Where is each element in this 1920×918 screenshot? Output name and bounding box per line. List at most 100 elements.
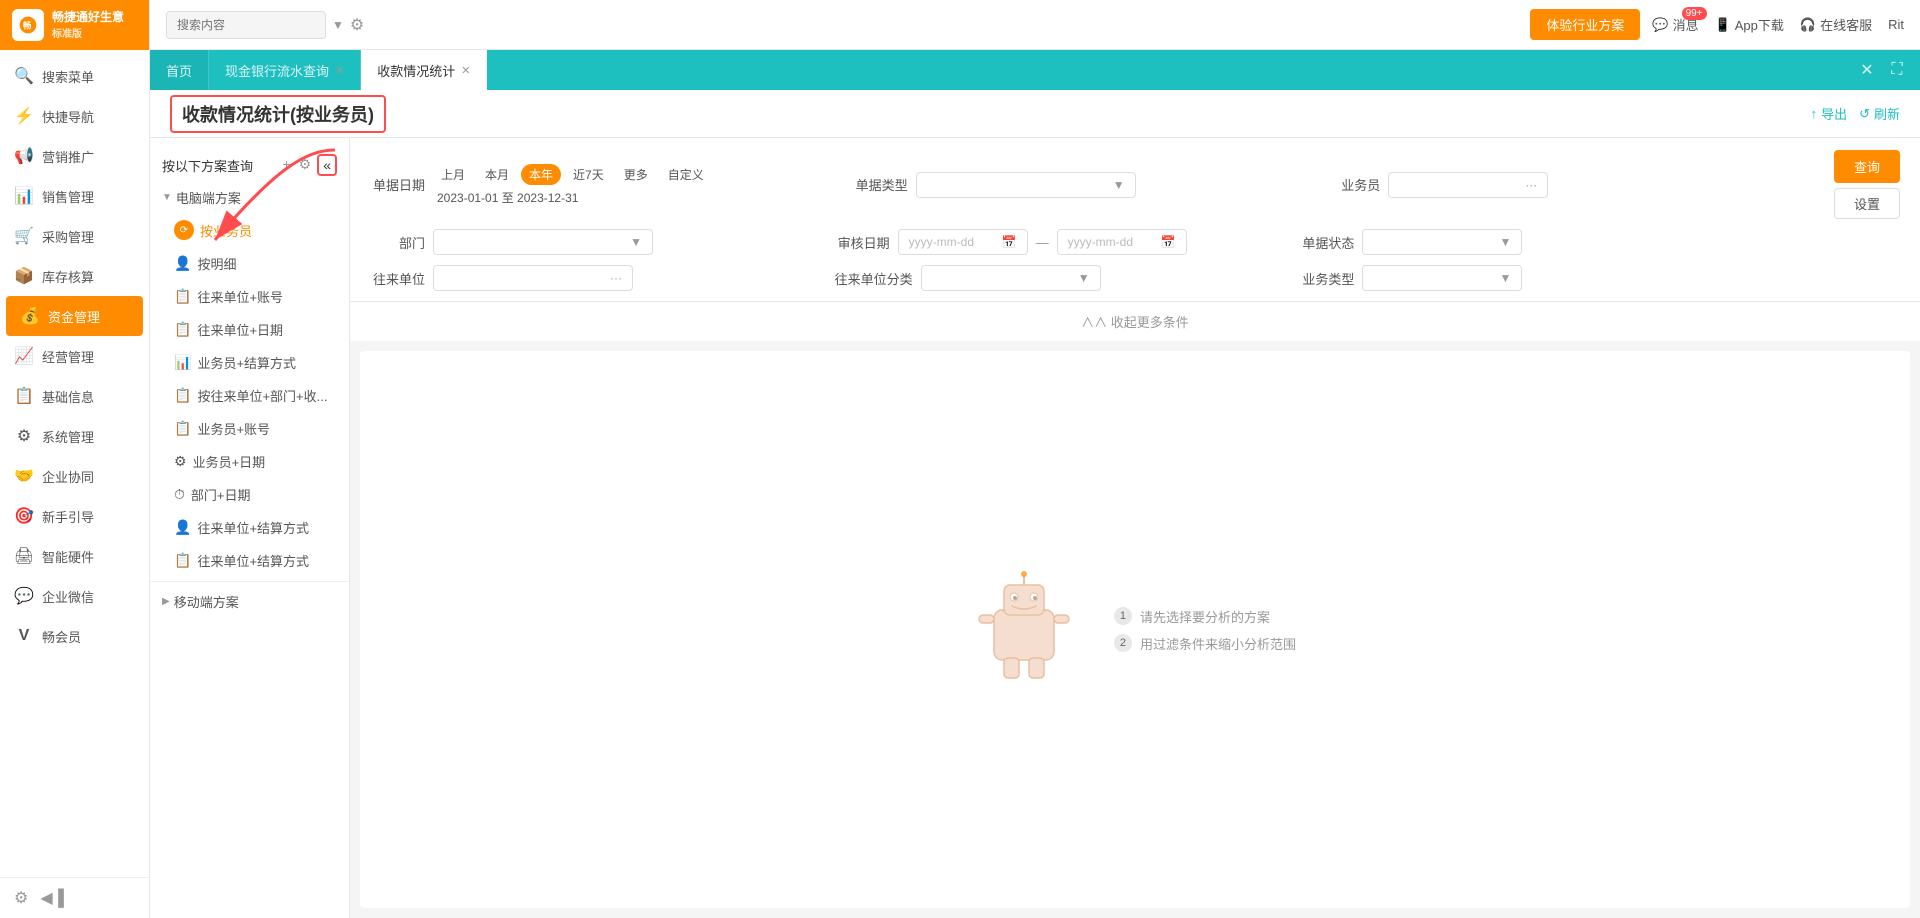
partner-more-icon[interactable]: ··· bbox=[610, 271, 622, 285]
review-date-end-value: yyyy-mm-dd bbox=[1068, 235, 1133, 249]
partner-category-select[interactable]: ▼ bbox=[921, 265, 1101, 291]
filter-section: 单据日期 上月 本月 本年 近7天 更多 自定义 2023-01-01 至 20… bbox=[350, 138, 1920, 341]
lp-item-unit-account[interactable]: 📋 往来单位+账号 bbox=[150, 280, 349, 313]
date-tab-last-month[interactable]: 上月 bbox=[433, 164, 473, 185]
date-tab-last7[interactable]: 近7天 bbox=[565, 164, 612, 185]
try-industry-button[interactable]: 体验行业方案 bbox=[1530, 9, 1640, 40]
lp-item-staff-account[interactable]: 📋 业务员+账号 bbox=[150, 412, 349, 445]
member-icon: V bbox=[14, 626, 34, 646]
topbar-dropdown-icon[interactable]: ▼ bbox=[332, 18, 344, 32]
sidebar-item-purchase[interactable]: 🛒 采购管理 bbox=[0, 216, 149, 256]
tab-bank-label: 现金银行流水查询 bbox=[225, 61, 329, 80]
svg-text:畅: 畅 bbox=[23, 20, 32, 30]
app-download-button[interactable]: 📱 App下载 bbox=[1715, 15, 1784, 34]
lp-item-by-detail[interactable]: 👤 按明细 bbox=[150, 247, 349, 280]
sidebar-item-finance[interactable]: 💰 资金管理 bbox=[6, 296, 143, 336]
lp-item-unit-dept[interactable]: 📋 按往来单位+部门+收... bbox=[150, 379, 349, 412]
setting-button[interactable]: 设置 bbox=[1834, 188, 1900, 219]
message-icon: 💬 bbox=[1652, 17, 1668, 33]
doc-status-select[interactable]: ▼ bbox=[1362, 229, 1522, 255]
review-date-end[interactable]: yyyy-mm-dd 📅 bbox=[1057, 229, 1187, 255]
topbar-search-input[interactable] bbox=[166, 11, 326, 39]
lp-item-staff-date[interactable]: ⚙ 业务员+日期 bbox=[150, 445, 349, 478]
tab-maximize-button[interactable]: ⛶ bbox=[1882, 55, 1912, 85]
sidebar-settings-icon[interactable]: ⚙ bbox=[14, 888, 28, 908]
lp-item-unit-method1[interactable]: 👤 往来单位+结算方式 bbox=[150, 511, 349, 544]
review-date-label: 审核日期 bbox=[835, 233, 890, 252]
doc-type-select[interactable]: ▼ bbox=[916, 172, 1136, 198]
topbar-right: 💬 消息 99+ 📱 App下载 🎧 在线客服 Rit bbox=[1652, 15, 1904, 34]
sidebar-item-smart-hw[interactable]: 🖨 智能硬件 bbox=[0, 536, 149, 576]
online-service-button[interactable]: 🎧 在线客服 bbox=[1800, 15, 1872, 34]
biz-type-select[interactable]: ▼ bbox=[1362, 265, 1522, 291]
lp-add-button[interactable]: + bbox=[280, 154, 292, 176]
lp-setting-button[interactable]: ⚙ bbox=[297, 154, 314, 176]
sidebar-item-guide[interactable]: 🎯 新手引导 bbox=[0, 496, 149, 536]
review-date-start[interactable]: yyyy-mm-dd 📅 bbox=[898, 229, 1028, 255]
lp-section-mobile-title[interactable]: ▶ 移动端方案 bbox=[150, 586, 349, 617]
tab-bank-close[interactable]: ✕ bbox=[335, 64, 344, 77]
tab-bank[interactable]: 现金银行流水查询 ✕ bbox=[209, 50, 361, 90]
inventory-icon: 📦 bbox=[14, 266, 34, 286]
date-separator: — bbox=[1036, 235, 1049, 250]
lp-item-unit-method2[interactable]: 📋 往来单位+结算方式 bbox=[150, 544, 349, 577]
staff-account-icon: 📋 bbox=[174, 420, 191, 437]
collapse-bar[interactable]: ∧∧ 收起更多条件 bbox=[350, 301, 1920, 341]
sidebar-item-operations[interactable]: 📈 经营管理 bbox=[0, 336, 149, 376]
topbar-breadcrumb: ▼ ⚙ bbox=[166, 11, 1518, 39]
refresh-button[interactable]: ↺ 刷新 bbox=[1859, 104, 1900, 123]
empty-robot-illustration bbox=[974, 570, 1074, 690]
lp-section-desktop-title[interactable]: ▼ 电脑端方案 bbox=[150, 182, 349, 213]
left-panel: 按以下方案查询 + ⚙ « ▼ 电脑端方案 ⟳ 按业务员 bbox=[150, 138, 350, 918]
date-tab-custom[interactable]: 自定义 bbox=[660, 164, 712, 185]
lp-item-unit-date[interactable]: 📋 往来单位+日期 bbox=[150, 313, 349, 346]
sidebar-item-search[interactable]: 🔍 搜索菜单 bbox=[0, 56, 149, 96]
app-edition: 标准版 bbox=[52, 25, 124, 40]
sidebar-item-system[interactable]: ⚙ 系统管理 bbox=[0, 416, 149, 456]
tab-close-all-button[interactable]: ✕ bbox=[1852, 55, 1882, 85]
dept-label: 部门 bbox=[370, 233, 425, 252]
doc-type-label: 单据类型 bbox=[853, 175, 908, 194]
sidebar-item-wechat[interactable]: 💬 企业微信 bbox=[0, 576, 149, 616]
sidebar-item-basic[interactable]: 📋 基础信息 bbox=[0, 376, 149, 416]
staff-more-icon[interactable]: ··· bbox=[1525, 178, 1537, 192]
lp-divider bbox=[150, 581, 349, 582]
sidebar-item-sales[interactable]: 📊 销售管理 bbox=[0, 176, 149, 216]
query-button[interactable]: 查询 bbox=[1834, 150, 1900, 183]
hint-text-1: 请先选择要分析的方案 bbox=[1140, 607, 1270, 626]
user-info[interactable]: Rit bbox=[1888, 17, 1904, 32]
tab-home[interactable]: 首页 bbox=[150, 50, 209, 90]
tab-receipt[interactable]: 收款情况统计 ✕ bbox=[361, 50, 487, 90]
sidebar-item-enterprise[interactable]: 🤝 企业协同 bbox=[0, 456, 149, 496]
calendar-end-icon[interactable]: 📅 bbox=[1161, 235, 1176, 249]
staff-select[interactable]: ··· bbox=[1388, 172, 1548, 198]
export-button[interactable]: ↑ 导出 bbox=[1811, 104, 1848, 123]
sidebar-item-marketing[interactable]: 📢 营销推广 bbox=[0, 136, 149, 176]
tab-receipt-close[interactable]: ✕ bbox=[461, 64, 470, 77]
app-name: 畅捷通好生意 bbox=[52, 10, 124, 24]
partner-select[interactable]: ··· bbox=[433, 265, 633, 291]
detail-icon: 👤 bbox=[174, 255, 191, 272]
sidebar-item-quick-nav[interactable]: ⚡ 快捷导航 bbox=[0, 96, 149, 136]
date-tab-more[interactable]: 更多 bbox=[616, 164, 656, 185]
lp-item-dept-date[interactable]: ⏱ 部门+日期 bbox=[150, 478, 349, 511]
lp-item-by-staff[interactable]: ⟳ 按业务员 bbox=[150, 213, 349, 247]
message-button[interactable]: 💬 消息 99+ bbox=[1652, 15, 1698, 34]
sidebar-label-enterprise: 企业协同 bbox=[42, 467, 94, 486]
lp-collapse-button[interactable]: « bbox=[317, 154, 337, 176]
sidebar-label-system: 系统管理 bbox=[42, 427, 94, 446]
calendar-start-icon[interactable]: 📅 bbox=[1002, 235, 1017, 249]
sidebar-collapse-icon[interactable]: ◀▐ bbox=[40, 888, 64, 908]
topbar-gear-icon[interactable]: ⚙ bbox=[350, 15, 364, 35]
content-area: 按以下方案查询 + ⚙ « ▼ 电脑端方案 ⟳ 按业务员 bbox=[150, 138, 1920, 918]
sidebar-item-inventory[interactable]: 📦 库存核算 bbox=[0, 256, 149, 296]
lp-item-staff-method[interactable]: 📊 业务员+结算方式 bbox=[150, 346, 349, 379]
lp-item-unit-date-label: 往来单位+日期 bbox=[197, 320, 283, 339]
sidebar-label-quick-nav: 快捷导航 bbox=[42, 107, 94, 126]
dept-select[interactable]: ▼ bbox=[433, 229, 653, 255]
date-tab-this-year[interactable]: 本年 bbox=[521, 164, 561, 185]
lp-section-mobile: ▶ 移动端方案 bbox=[150, 586, 349, 617]
sidebar-item-member[interactable]: V 畅会员 bbox=[0, 616, 149, 656]
date-tab-this-month[interactable]: 本月 bbox=[477, 164, 517, 185]
page-title: 收款情况统计(按业务员) bbox=[170, 95, 386, 133]
